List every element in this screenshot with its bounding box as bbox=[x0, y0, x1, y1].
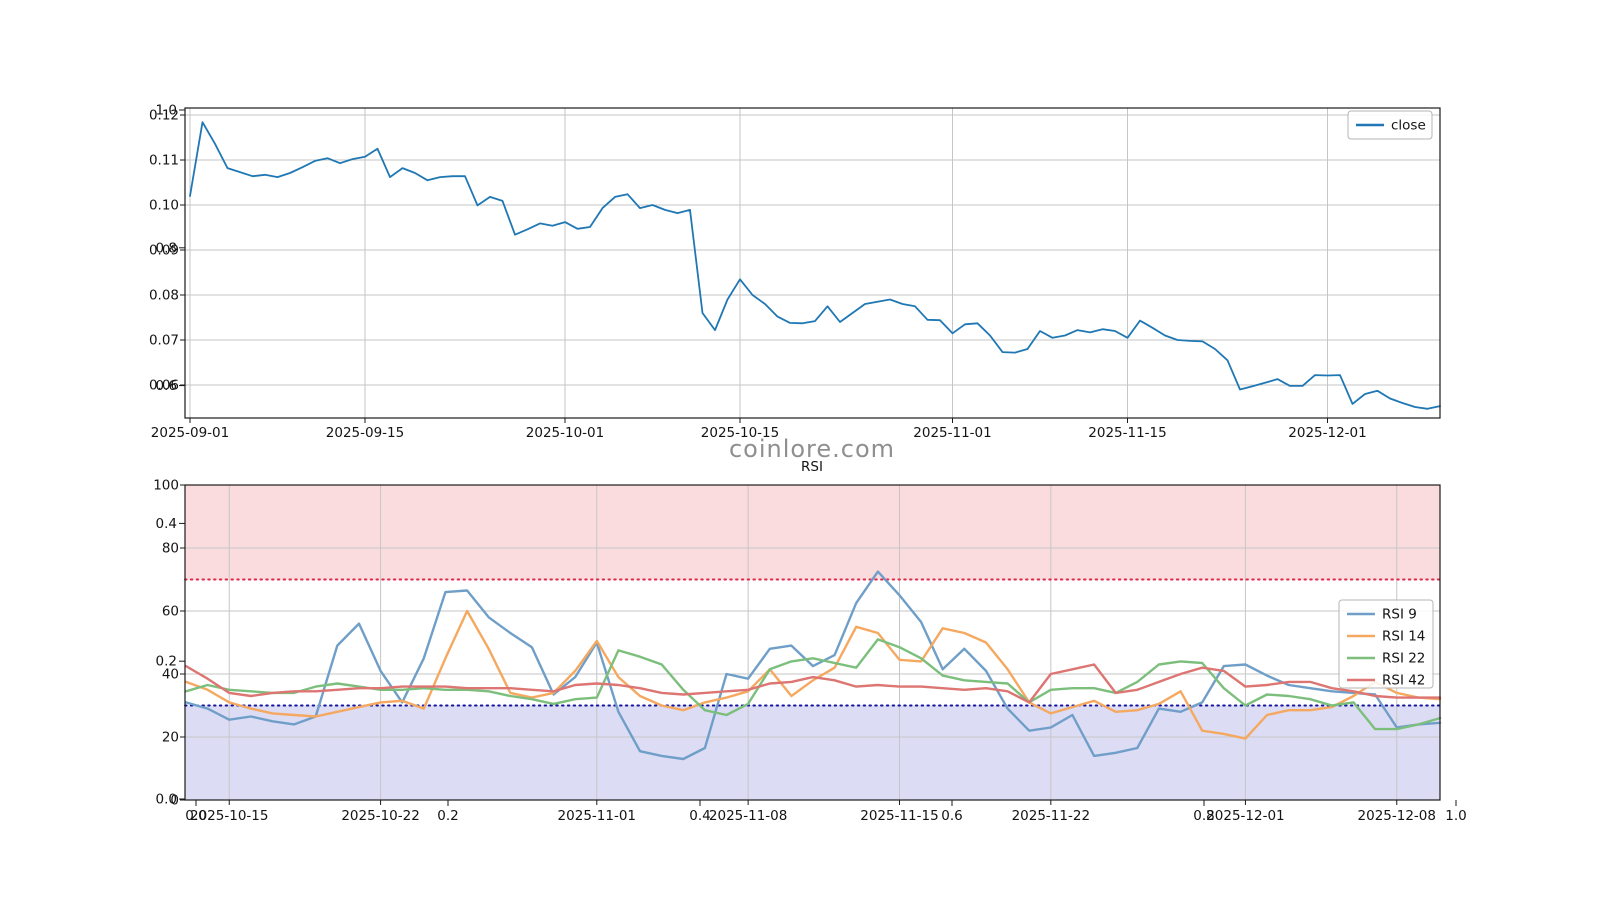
x-tick-label: 2025-12-01 bbox=[1206, 808, 1284, 824]
rsi42-line bbox=[184, 663, 1442, 704]
y-tick-label: 0.08 bbox=[149, 288, 179, 304]
x-tick-label: 2025-11-08 bbox=[709, 808, 787, 824]
y-tick-label: 0.11 bbox=[149, 153, 179, 169]
x-tick-label: 2025-12-08 bbox=[1358, 808, 1436, 824]
x-tick-label: 2025-09-15 bbox=[326, 425, 404, 441]
overlay-y-tick-label: 1.0 bbox=[156, 103, 177, 119]
overlay-x-tick-label: 0.0 bbox=[185, 808, 206, 824]
y-tick-label: 0.07 bbox=[149, 333, 179, 349]
rsi-chart-title: RSI bbox=[801, 459, 823, 475]
price-chart: 2025-09-01 2025-09-15 2025-10-01 2025-10-15… bbox=[149, 107, 1441, 441]
overlay-y-tick-label: 0.6 bbox=[156, 378, 177, 394]
overlay-y-tick-label: 0.4 bbox=[156, 516, 177, 532]
y-tick-label: 100 bbox=[153, 478, 179, 494]
x-tick-label: 2025-10-22 bbox=[341, 808, 419, 824]
x-tick-label: 2025-11-15 bbox=[1088, 425, 1166, 441]
y-tick-label: 0.10 bbox=[149, 198, 179, 214]
x-tick-label: 2025-12-01 bbox=[1288, 425, 1366, 441]
overlay-x-tick-label: 0.2 bbox=[437, 808, 458, 824]
oversold-band bbox=[185, 705, 1440, 800]
legend-label: close bbox=[1391, 118, 1426, 134]
overlay-x-tick-label: 0.8 bbox=[1193, 808, 1214, 824]
x-tick-label: 2025-09-01 bbox=[151, 425, 229, 441]
y-tick-label: 60 bbox=[162, 604, 179, 620]
legend-label: RSI 9 bbox=[1382, 607, 1417, 623]
overbought-band bbox=[185, 485, 1440, 580]
overlay-y-tick-label: 0.8 bbox=[156, 240, 177, 256]
overlay-x-tick-label: 0.6 bbox=[941, 808, 962, 824]
screenshot-root: 2025-09-01 2025-09-15 2025-10-01 2025-10-15… bbox=[0, 0, 1600, 900]
legend-label: RSI 14 bbox=[1382, 629, 1425, 645]
y-tick-label: 80 bbox=[162, 541, 179, 557]
x-tick-label: 2025-11-01 bbox=[558, 808, 636, 824]
legend-label: RSI 42 bbox=[1382, 673, 1425, 689]
rsi-chart: 2025-10-15 2025-10-22 2025-11-01 2025-11-08… bbox=[153, 478, 1442, 824]
overlay-x-tick-label: 0.4 bbox=[689, 808, 710, 824]
overlay-y-tick-label: 0.0 bbox=[156, 792, 177, 808]
overlay-x-tick-label: 1.0 bbox=[1445, 808, 1466, 824]
price-axes-frame bbox=[184, 107, 1441, 419]
y-tick-label: 20 bbox=[162, 730, 179, 746]
figure-canvas: 2025-09-01 2025-09-15 2025-10-01 2025-10-15… bbox=[149, 103, 1467, 825]
legend-label: RSI 22 bbox=[1382, 651, 1425, 667]
x-tick-label: 2025-11-01 bbox=[913, 425, 991, 441]
x-tick-label: 2025-11-22 bbox=[1012, 808, 1090, 824]
overlay-y-tick-label: 0.2 bbox=[156, 654, 177, 670]
x-tick-label: 2025-11-15 bbox=[860, 808, 938, 824]
close-line bbox=[189, 121, 1441, 410]
x-tick-label: 2025-10-01 bbox=[526, 425, 604, 441]
